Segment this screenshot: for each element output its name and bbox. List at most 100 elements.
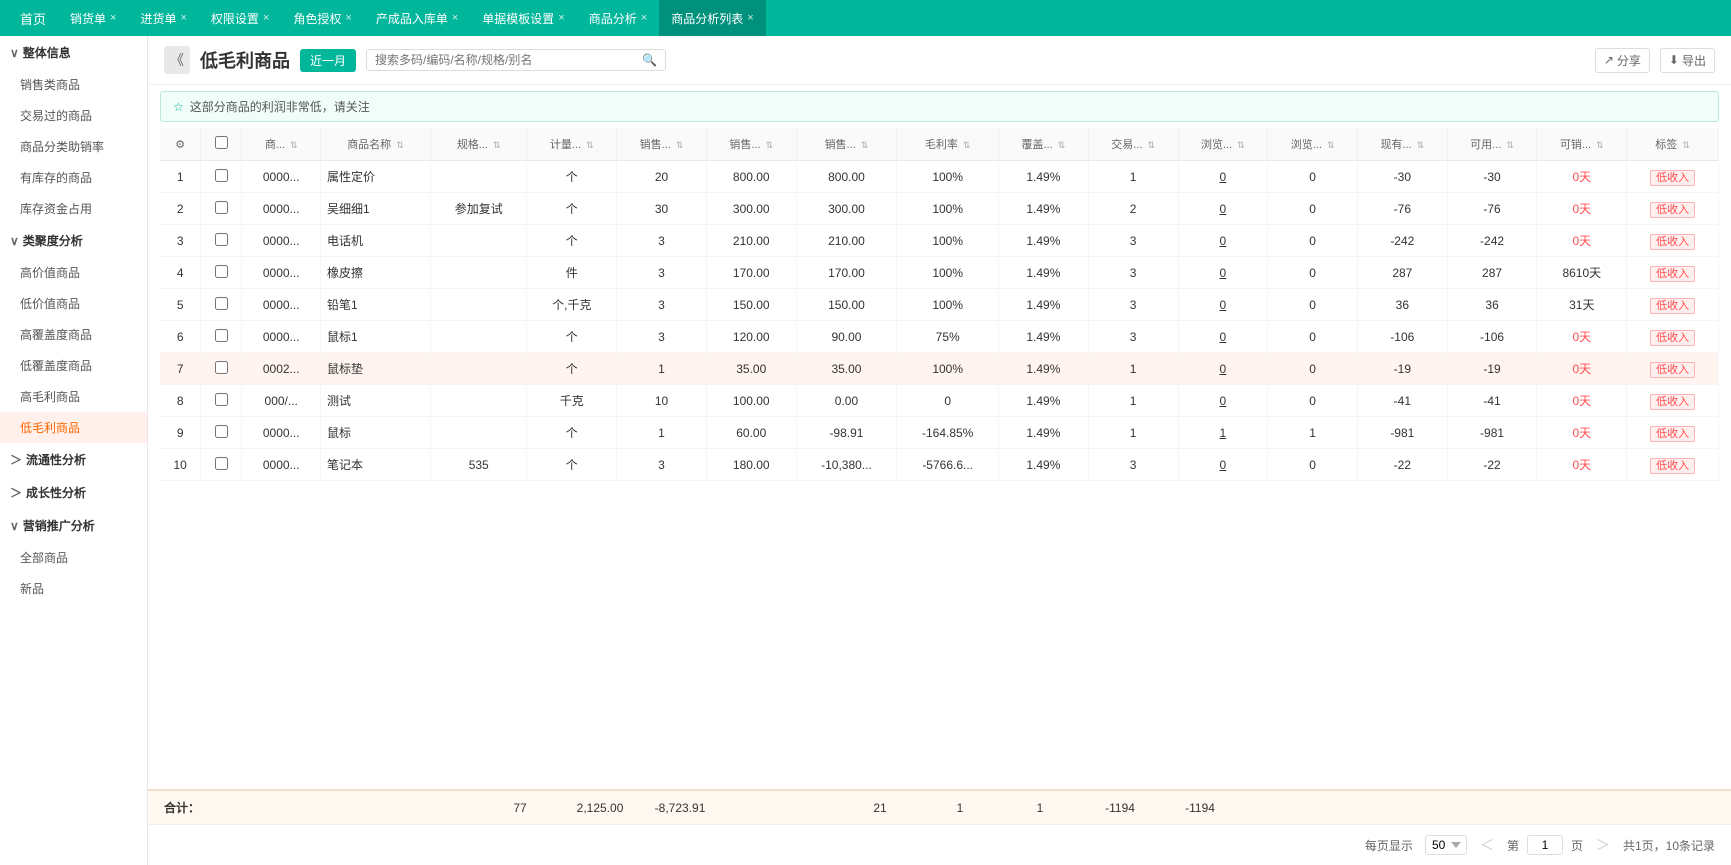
row-checkbox[interactable]: [201, 321, 242, 353]
row-select-checkbox[interactable]: [215, 201, 228, 214]
row-browse1[interactable]: 0: [1178, 289, 1268, 321]
prev-page-button[interactable]: ＜: [1475, 833, 1499, 857]
nav-close-template-settings[interactable]: ×: [558, 12, 564, 24]
nav-close-product-analysis[interactable]: ×: [641, 12, 647, 24]
sidebar-item-all-products[interactable]: 全部商品: [0, 542, 147, 573]
filter-recent-month-button[interactable]: 近一月: [300, 49, 356, 72]
row-select-checkbox[interactable]: [215, 297, 228, 310]
nav-home[interactable]: 首页: [8, 0, 58, 36]
sidebar-group-cluster-label: 类聚度分析: [23, 232, 83, 249]
row-select-checkbox[interactable]: [215, 361, 228, 374]
sidebar-item-low-coverage[interactable]: 低覆盖度商品: [0, 350, 147, 381]
search-input[interactable]: [375, 53, 638, 67]
row-no: 5: [160, 289, 201, 321]
notice-icon: ☆: [173, 100, 184, 114]
row-browse1[interactable]: 1: [1178, 417, 1268, 449]
nav-close-role-auth[interactable]: ×: [345, 12, 351, 24]
row-checkbox[interactable]: [201, 225, 242, 257]
sidebar-item-sales-products[interactable]: 销售类商品: [0, 69, 147, 100]
nav-purchase-order[interactable]: 进货单 ×: [128, 0, 198, 36]
nav-role-auth[interactable]: 角色授权 ×: [281, 0, 363, 36]
row-select-checkbox[interactable]: [215, 425, 228, 438]
col-sales-price[interactable]: 销售... ⇅: [706, 128, 796, 161]
col-code[interactable]: 商... ⇅: [242, 128, 321, 161]
nav-permission-settings[interactable]: 权限设置 ×: [199, 0, 281, 36]
row-select-checkbox[interactable]: [215, 329, 228, 342]
row-select-checkbox[interactable]: [215, 169, 228, 182]
row-select-checkbox[interactable]: [215, 393, 228, 406]
sidebar-item-low-margin[interactable]: 低毛利商品: [0, 412, 147, 443]
col-browse2[interactable]: 浏览... ⇅: [1268, 128, 1358, 161]
col-gross-margin[interactable]: 毛利率 ⇅: [897, 128, 999, 161]
col-unit[interactable]: 计量... ⇅: [527, 128, 617, 161]
col-coverage[interactable]: 覆盖... ⇅: [999, 128, 1089, 161]
nav-close-sales-order[interactable]: ×: [110, 12, 116, 24]
page-size-select[interactable]: 50: [1425, 835, 1467, 855]
page-number-input[interactable]: [1527, 835, 1563, 855]
sidebar-group-cluster[interactable]: ∨ 类聚度分析: [0, 224, 147, 257]
share-button[interactable]: ↗ 分享: [1595, 48, 1650, 73]
sidebar-item-traded-products[interactable]: 交易过的商品: [0, 100, 147, 131]
row-checkbox[interactable]: [201, 289, 242, 321]
row-gross-margin: 100%: [897, 289, 999, 321]
row-browse1[interactable]: 0: [1178, 385, 1268, 417]
nav-sales-order[interactable]: 销货单 ×: [58, 0, 128, 36]
col-current-stock[interactable]: 现有... ⇅: [1357, 128, 1447, 161]
nav-product-inbound[interactable]: 产成品入库单 ×: [364, 0, 470, 36]
sidebar-item-inventory-capital[interactable]: 库存资金占用: [0, 193, 147, 224]
row-checkbox[interactable]: [201, 193, 242, 225]
nav-product-analysis-list[interactable]: 商品分析列表 ×: [659, 0, 765, 36]
nav-template-settings[interactable]: 单据模板设置 ×: [470, 0, 576, 36]
col-transaction[interactable]: 交易... ⇅: [1088, 128, 1178, 161]
row-checkbox[interactable]: [201, 257, 242, 289]
sidebar-item-category-sales-rate[interactable]: 商品分类助销率: [0, 131, 147, 162]
collapse-sidebar-button[interactable]: 《: [164, 46, 190, 74]
row-browse1[interactable]: 0: [1178, 321, 1268, 353]
sidebar-item-high-value[interactable]: 高价值商品: [0, 257, 147, 288]
row-checkbox[interactable]: [201, 417, 242, 449]
nav-close-product-analysis-list[interactable]: ×: [747, 12, 753, 24]
sidebar-item-high-margin[interactable]: 高毛利商品: [0, 381, 147, 412]
row-browse1[interactable]: 0: [1178, 449, 1268, 481]
sidebar-group-marketing[interactable]: ∨ 营销推广分析: [0, 509, 147, 542]
sidebar-item-high-coverage[interactable]: 高覆盖度商品: [0, 319, 147, 350]
export-button[interactable]: ⬇ 导出: [1660, 48, 1715, 73]
sidebar-item-low-value[interactable]: 低价值商品: [0, 288, 147, 319]
row-checkbox[interactable]: [201, 353, 242, 385]
sidebar-group-overall[interactable]: ∨ 整体信息: [0, 36, 147, 69]
row-browse1[interactable]: 0: [1178, 353, 1268, 385]
nav-close-product-inbound[interactable]: ×: [452, 12, 458, 24]
nav-close-permission-settings[interactable]: ×: [263, 12, 269, 24]
sidebar-group-circulation[interactable]: ＞ 流通性分析: [0, 443, 147, 476]
row-checkbox[interactable]: [201, 449, 242, 481]
col-sales-profit[interactable]: 销售... ⇅: [796, 128, 897, 161]
row-select-checkbox[interactable]: [215, 233, 228, 246]
sidebar-item-new-products[interactable]: 新品: [0, 573, 147, 604]
row-sales-profit: -98.91: [796, 417, 897, 449]
row-code: 0000...: [242, 193, 321, 225]
col-tag[interactable]: 标签 ⇅: [1627, 128, 1719, 161]
row-spec: [431, 257, 527, 289]
arrow-cluster: ∨: [10, 234, 19, 248]
col-settings[interactable]: ⚙: [160, 128, 201, 161]
col-sales-qty[interactable]: 销售... ⇅: [617, 128, 707, 161]
col-name[interactable]: 商品名称 ⇅: [320, 128, 430, 161]
nav-close-purchase-order[interactable]: ×: [180, 12, 186, 24]
row-checkbox[interactable]: [201, 385, 242, 417]
col-available[interactable]: 可用... ⇅: [1447, 128, 1537, 161]
row-select-checkbox[interactable]: [215, 265, 228, 278]
row-browse1[interactable]: 0: [1178, 161, 1268, 193]
select-all-checkbox[interactable]: [215, 136, 228, 149]
row-browse1[interactable]: 0: [1178, 257, 1268, 289]
next-page-button[interactable]: ＞: [1591, 833, 1615, 857]
sidebar-group-growth[interactable]: ＞ 成长性分析: [0, 476, 147, 509]
row-checkbox[interactable]: [201, 161, 242, 193]
col-spec[interactable]: 规格... ⇅: [431, 128, 527, 161]
sidebar-item-stocked-products[interactable]: 有库存的商品: [0, 162, 147, 193]
col-saleable[interactable]: 可销... ⇅: [1537, 128, 1627, 161]
nav-product-analysis[interactable]: 商品分析 ×: [577, 0, 659, 36]
row-select-checkbox[interactable]: [215, 457, 228, 470]
col-browse1[interactable]: 浏览... ⇅: [1178, 128, 1268, 161]
row-browse1[interactable]: 0: [1178, 193, 1268, 225]
row-browse1[interactable]: 0: [1178, 225, 1268, 257]
